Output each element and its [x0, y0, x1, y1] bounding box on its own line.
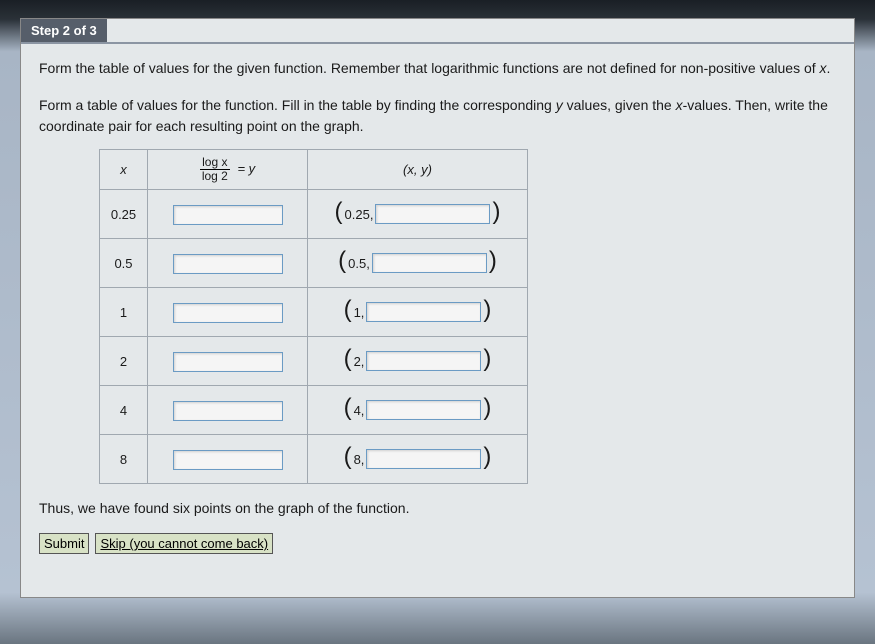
- table-header-row: x log x log 2 = y (x, y): [100, 150, 528, 190]
- fraction-num: log x: [200, 156, 229, 170]
- cell-x: 0.25: [100, 190, 148, 239]
- paren-open-icon: (: [338, 243, 346, 279]
- header-line: Step 2 of 3: [21, 19, 854, 44]
- problem-container: Step 2 of 3 Form the table of values for…: [20, 18, 855, 598]
- cell-xy: ( 0.5, ): [308, 239, 528, 288]
- paren-close-icon: ): [483, 390, 491, 426]
- content-area: Form the table of values for the given f…: [21, 44, 854, 568]
- intro-text-a: Form the table of values for the given f…: [39, 60, 820, 76]
- coord-y-input[interactable]: [366, 449, 481, 469]
- cell-y: [148, 386, 308, 435]
- coord-y-input[interactable]: [366, 400, 481, 420]
- y-input[interactable]: [173, 450, 283, 470]
- coord-x: 8,: [354, 450, 365, 470]
- paren-open-icon: (: [344, 390, 352, 426]
- y-input[interactable]: [173, 401, 283, 421]
- coord-wrap: ( 0.25, ): [335, 196, 501, 232]
- coord-x: 0.25,: [345, 205, 374, 225]
- table-row: 0.5 ( 0.5, ): [100, 239, 528, 288]
- intro-paragraph: Form the table of values for the given f…: [39, 58, 836, 79]
- cell-x: 1: [100, 288, 148, 337]
- coord-y-input[interactable]: [366, 351, 481, 371]
- step-header: Step 2 of 3: [21, 19, 107, 42]
- paren-close-icon: ): [483, 341, 491, 377]
- instr-a: Form a table of values for the function.…: [39, 97, 556, 113]
- skip-button[interactable]: Skip (you cannot come back): [95, 533, 273, 554]
- table-body: 0.25 ( 0.25, ) 0.5: [100, 190, 528, 484]
- coord-y-input[interactable]: [372, 253, 487, 273]
- paren-close-icon: ): [492, 194, 500, 230]
- intro-text-b: .: [827, 60, 831, 76]
- cell-xy: ( 1, ): [308, 288, 528, 337]
- y-input[interactable]: [173, 205, 283, 225]
- paren-open-icon: (: [344, 439, 352, 475]
- header-y: log x log 2 = y: [148, 150, 308, 190]
- cell-y: [148, 435, 308, 484]
- table-row: 2 ( 2, ): [100, 337, 528, 386]
- header-x-label: x: [120, 162, 127, 177]
- paren-close-icon: ): [489, 243, 497, 279]
- table-row: 1 ( 1, ): [100, 288, 528, 337]
- eq-y: = y: [234, 161, 255, 176]
- intro-x: x: [820, 60, 827, 76]
- button-row: Submit Skip (you cannot come back): [39, 533, 836, 554]
- coord-x: 2,: [354, 352, 365, 372]
- coord-wrap: ( 0.5, ): [338, 245, 497, 281]
- cell-y: [148, 239, 308, 288]
- cell-xy: ( 8, ): [308, 435, 528, 484]
- submit-button[interactable]: Submit: [39, 533, 89, 554]
- cell-y: [148, 190, 308, 239]
- fraction: log x log 2: [200, 156, 230, 183]
- table-row: 8 ( 8, ): [100, 435, 528, 484]
- cell-x: 0.5: [100, 239, 148, 288]
- values-table: x log x log 2 = y (x, y) 0.25: [99, 149, 528, 484]
- coord-wrap: ( 8, ): [344, 441, 492, 477]
- table-row: 0.25 ( 0.25, ): [100, 190, 528, 239]
- fraction-den: log 2: [200, 170, 230, 183]
- coord-x: 1,: [354, 303, 365, 323]
- y-input[interactable]: [173, 254, 283, 274]
- coord-x: 4,: [354, 401, 365, 421]
- cell-y: [148, 288, 308, 337]
- paren-open-icon: (: [335, 194, 343, 230]
- paren-close-icon: ): [483, 292, 491, 328]
- cell-x: 4: [100, 386, 148, 435]
- table-row: 4 ( 4, ): [100, 386, 528, 435]
- coord-wrap: ( 2, ): [344, 343, 492, 379]
- coord-y-input[interactable]: [375, 204, 490, 224]
- cell-y: [148, 337, 308, 386]
- coord-y-input[interactable]: [366, 302, 481, 322]
- coord-x: 0.5,: [348, 254, 370, 274]
- coord-wrap: ( 1, ): [344, 294, 492, 330]
- instr-y: y: [556, 97, 563, 113]
- conclusion-text: Thus, we have found six points on the gr…: [39, 498, 836, 519]
- cell-x: 2: [100, 337, 148, 386]
- cell-xy: ( 4, ): [308, 386, 528, 435]
- y-input[interactable]: [173, 352, 283, 372]
- cell-xy: ( 0.25, ): [308, 190, 528, 239]
- cell-x: 8: [100, 435, 148, 484]
- cell-xy: ( 2, ): [308, 337, 528, 386]
- instr-b: values, given the: [563, 97, 676, 113]
- header-xy: (x, y): [308, 150, 528, 190]
- instruction-paragraph: Form a table of values for the function.…: [39, 95, 836, 137]
- y-input[interactable]: [173, 303, 283, 323]
- paren-open-icon: (: [344, 341, 352, 377]
- paren-open-icon: (: [344, 292, 352, 328]
- header-xy-label: (x, y): [403, 162, 432, 177]
- header-x: x: [100, 150, 148, 190]
- instr-x: x: [676, 97, 683, 113]
- coord-wrap: ( 4, ): [344, 392, 492, 428]
- paren-close-icon: ): [483, 439, 491, 475]
